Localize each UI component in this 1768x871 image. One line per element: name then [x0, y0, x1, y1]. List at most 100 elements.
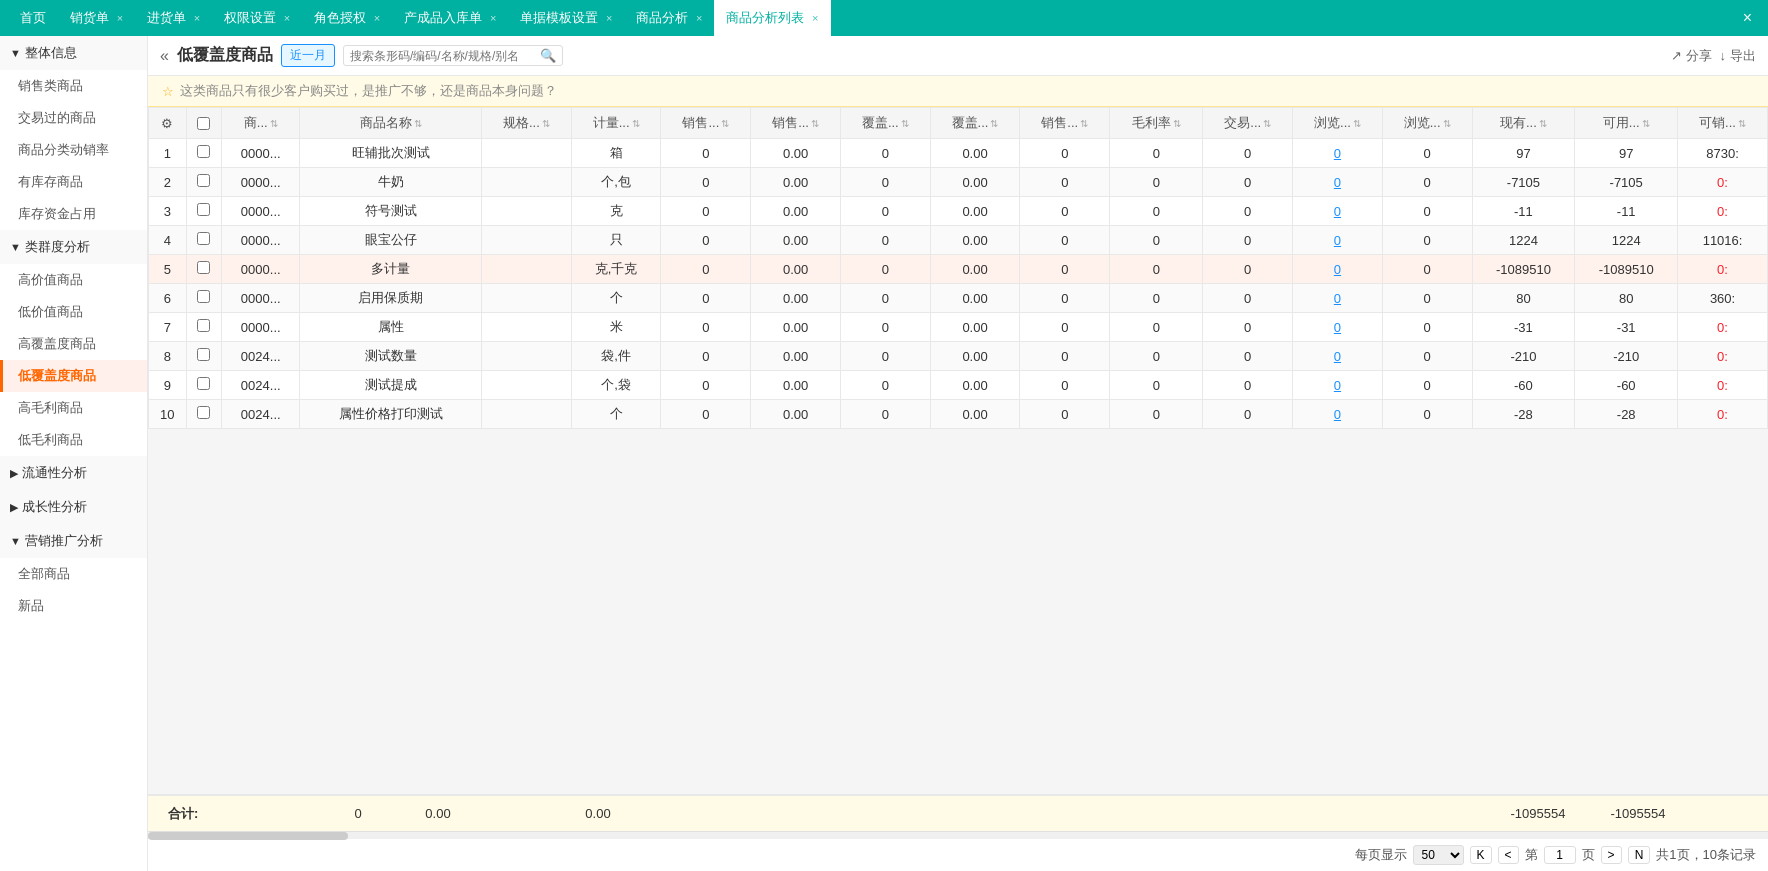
row-checkbox-input[interactable]: [197, 406, 210, 419]
sidebar-item-stock-goods[interactable]: 有库存商品: [0, 166, 147, 198]
col-sales3[interactable]: 销售...⇅: [1020, 108, 1110, 139]
sidebar-item-traded-goods[interactable]: 交易过的商品: [0, 102, 147, 134]
row-checkbox-input[interactable]: [197, 377, 210, 390]
sidebar-section-overall[interactable]: ▼ 整体信息: [0, 36, 147, 70]
row-view1[interactable]: 0: [1293, 371, 1383, 400]
nav-perm[interactable]: 权限设置 ×: [212, 0, 302, 36]
next-page-btn[interactable]: >: [1601, 846, 1622, 864]
sidebar-section-flow[interactable]: ▶ 流通性分析: [0, 456, 147, 490]
col-available[interactable]: 可用...⇅: [1575, 108, 1678, 139]
nav-template[interactable]: 单据模板设置 ×: [508, 0, 624, 36]
row-checkbox[interactable]: [186, 371, 221, 400]
horizontal-scrollbar[interactable]: [148, 831, 1768, 839]
row-view1[interactable]: 0: [1293, 197, 1383, 226]
sort-icon-saleable: ⇅: [1738, 118, 1746, 129]
last-page-btn[interactable]: N: [1628, 846, 1651, 864]
nav-home[interactable]: 首页: [8, 0, 58, 36]
col-unit[interactable]: 计量...⇅: [571, 108, 661, 139]
sidebar-item-stock-capital[interactable]: 库存资金占用: [0, 198, 147, 230]
nav-template-close[interactable]: ×: [606, 12, 612, 24]
row-checkbox[interactable]: [186, 400, 221, 429]
search-input[interactable]: [350, 49, 540, 63]
row-checkbox-input[interactable]: [197, 261, 210, 274]
row-checkbox[interactable]: [186, 313, 221, 342]
nav-analysis-list-close[interactable]: ×: [812, 12, 818, 24]
nav-analysis[interactable]: 商品分析 ×: [624, 0, 714, 36]
nav-purchase-close[interactable]: ×: [194, 12, 200, 24]
row-view1[interactable]: 0: [1293, 168, 1383, 197]
row-view1[interactable]: 0: [1293, 342, 1383, 371]
sidebar-section-growth[interactable]: ▶ 成长性分析: [0, 490, 147, 524]
nav-sales-close[interactable]: ×: [117, 12, 123, 24]
row-checkbox[interactable]: [186, 255, 221, 284]
page-number-input[interactable]: [1544, 846, 1576, 864]
nav-perm-close[interactable]: ×: [284, 12, 290, 24]
sidebar-collapse-btn[interactable]: «: [160, 47, 169, 65]
nav-analysis-close[interactable]: ×: [696, 12, 702, 24]
row-view1[interactable]: 0: [1293, 400, 1383, 429]
row-checkbox-input[interactable]: [197, 232, 210, 245]
sidebar-item-low-cover[interactable]: 低覆盖度商品: [0, 360, 147, 392]
nav-analysis-list[interactable]: 商品分析列表 ×: [714, 0, 830, 36]
nav-sales[interactable]: 销货单 ×: [58, 0, 135, 36]
col-checkbox[interactable]: [186, 108, 221, 139]
row-view1[interactable]: 0: [1293, 139, 1383, 168]
col-current[interactable]: 现有...⇅: [1472, 108, 1575, 139]
sidebar-item-all-goods[interactable]: 全部商品: [0, 558, 147, 590]
col-cover1[interactable]: 覆盖...⇅: [840, 108, 930, 139]
export-btn[interactable]: ↓ 导出: [1720, 47, 1757, 65]
sidebar-item-low-gross[interactable]: 低毛利商品: [0, 424, 147, 456]
window-close[interactable]: ×: [1735, 9, 1760, 27]
row-checkbox[interactable]: [186, 284, 221, 313]
col-name[interactable]: 商品名称⇅: [300, 108, 482, 139]
col-gross[interactable]: 毛利率⇅: [1110, 108, 1203, 139]
nav-product[interactable]: 产成品入库单 ×: [392, 0, 508, 36]
col-cover2[interactable]: 覆盖...⇅: [930, 108, 1020, 139]
col-trade[interactable]: 交易...⇅: [1203, 108, 1293, 139]
row-view1[interactable]: 0: [1293, 255, 1383, 284]
col-view2[interactable]: 浏览...⇅: [1382, 108, 1472, 139]
col-saleable[interactable]: 可销...⇅: [1678, 108, 1768, 139]
nav-role[interactable]: 角色授权 ×: [302, 0, 392, 36]
nav-purchase[interactable]: 进货单 ×: [135, 0, 212, 36]
page-size-select[interactable]: 50 20 100: [1413, 845, 1464, 865]
prev-page-btn[interactable]: <: [1498, 846, 1519, 864]
col-code[interactable]: 商...⇅: [222, 108, 300, 139]
col-sales-amt[interactable]: 销售...⇅: [751, 108, 841, 139]
row-checkbox[interactable]: [186, 226, 221, 255]
sidebar-item-high-value[interactable]: 高价值商品: [0, 264, 147, 296]
sidebar-item-new-goods[interactable]: 新品: [0, 590, 147, 622]
row-checkbox[interactable]: [186, 168, 221, 197]
sidebar-section-marketing[interactable]: ▼ 营销推广分析: [0, 524, 147, 558]
table-row: 50000...多计量克,千克00.0000.0000000-1089510-1…: [149, 255, 1768, 284]
row-checkbox-input[interactable]: [197, 290, 210, 303]
row-checkbox-input[interactable]: [197, 203, 210, 216]
row-view1[interactable]: 0: [1293, 226, 1383, 255]
sidebar-section-cluster[interactable]: ▼ 类群度分析: [0, 230, 147, 264]
sidebar-item-category-rate[interactable]: 商品分类动销率: [0, 134, 147, 166]
sidebar-item-sales-goods[interactable]: 销售类商品: [0, 70, 147, 102]
col-view1[interactable]: 浏览...⇅: [1293, 108, 1383, 139]
sidebar-item-low-value[interactable]: 低价值商品: [0, 296, 147, 328]
row-checkbox-input[interactable]: [197, 145, 210, 158]
row-view1[interactable]: 0: [1293, 284, 1383, 313]
share-btn[interactable]: ↗ 分享: [1671, 47, 1712, 65]
row-checkbox-input[interactable]: [197, 348, 210, 361]
row-checkbox-input[interactable]: [197, 319, 210, 332]
sidebar-item-high-cover[interactable]: 高覆盖度商品: [0, 328, 147, 360]
nav-product-close[interactable]: ×: [490, 12, 496, 24]
info-banner: ☆ 这类商品只有很少客户购买过，是推广不够，还是商品本身问题？: [148, 76, 1768, 107]
row-view1[interactable]: 0: [1293, 313, 1383, 342]
sidebar-item-high-gross[interactable]: 高毛利商品: [0, 392, 147, 424]
row-checkbox[interactable]: [186, 197, 221, 226]
col-sales-qty[interactable]: 销售...⇅: [661, 108, 751, 139]
first-page-btn[interactable]: K: [1470, 846, 1492, 864]
nav-role-close[interactable]: ×: [374, 12, 380, 24]
select-all-checkbox[interactable]: [197, 117, 210, 130]
row-checkbox[interactable]: [186, 139, 221, 168]
row-checkbox-input[interactable]: [197, 174, 210, 187]
col-settings[interactable]: ⚙: [149, 108, 187, 139]
col-spec[interactable]: 规格...⇅: [482, 108, 572, 139]
row-checkbox[interactable]: [186, 342, 221, 371]
date-filter-btn[interactable]: 近一月: [281, 44, 335, 67]
